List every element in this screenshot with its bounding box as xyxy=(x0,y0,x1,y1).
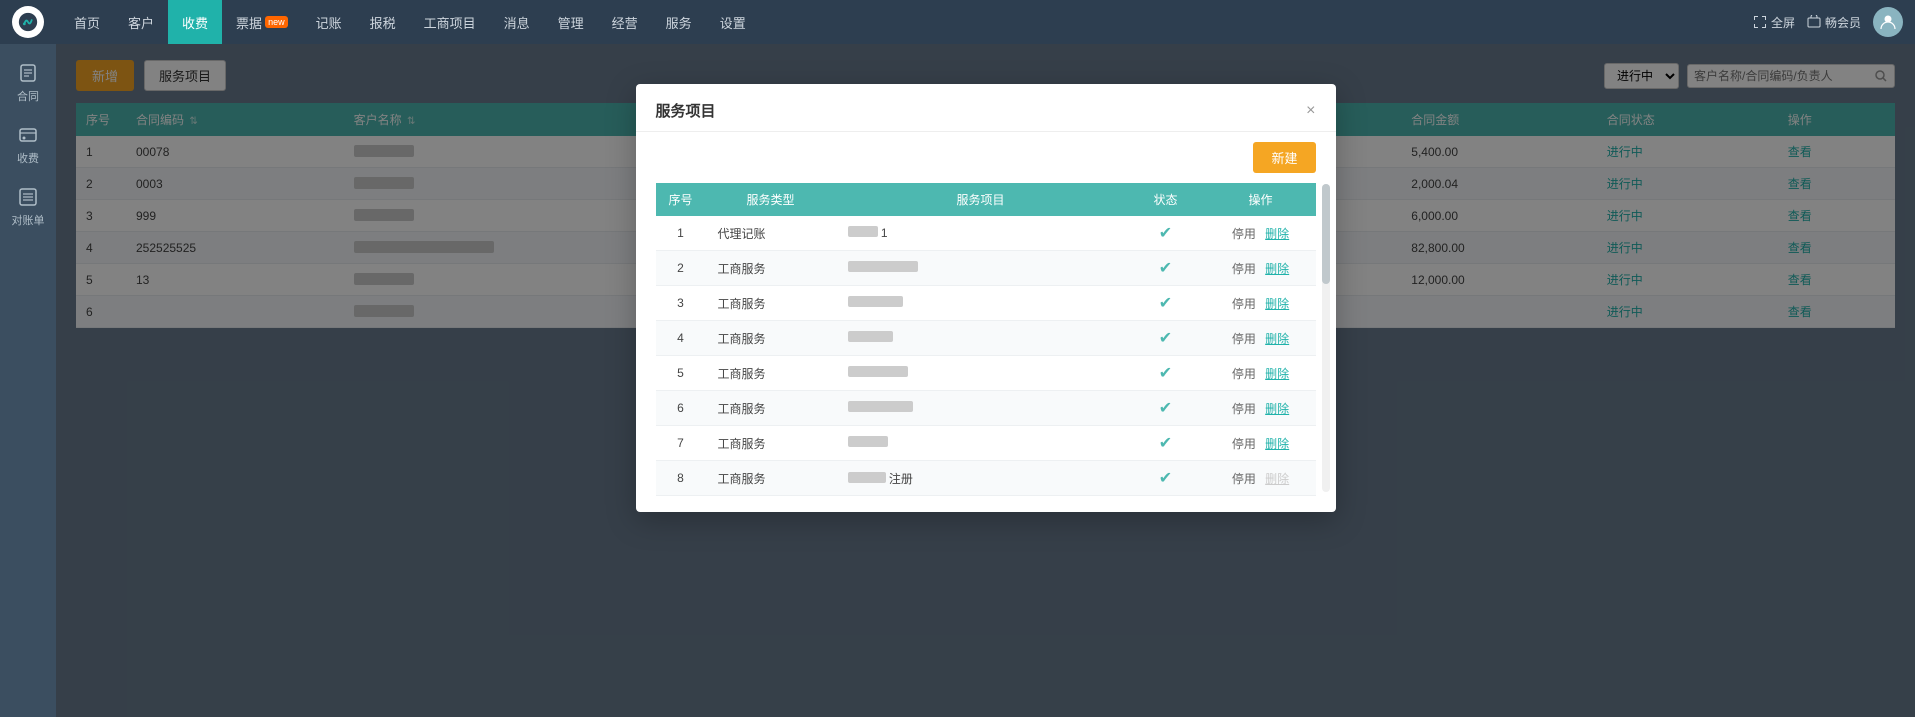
status-check-icon: ✔ xyxy=(1159,260,1172,277)
nav-item-manage[interactable]: 管理 xyxy=(544,0,598,44)
delete-button[interactable]: 删除 xyxy=(1265,297,1289,311)
modal-th-action: 操作 xyxy=(1206,183,1316,216)
stop-button[interactable]: 停用 xyxy=(1232,437,1256,451)
top-nav: 首页 客户 收费 票据 new 记账 报税 工商项目 消息 管理 经营 xyxy=(0,0,1915,44)
stop-button[interactable]: 停用 xyxy=(1232,262,1256,276)
delete-button[interactable]: 删除 xyxy=(1265,262,1289,276)
nav-item-ledger[interactable]: 记账 xyxy=(302,0,356,44)
logo xyxy=(12,6,44,38)
modal-close-button[interactable]: × xyxy=(1306,103,1315,119)
modal-th-item: 服务项目 xyxy=(836,183,1126,216)
modal-overlay: 服务项目 × 新建 序号 服务类型 服务项目 状态 xyxy=(56,44,1915,717)
modal-th-seq: 序号 xyxy=(656,183,706,216)
nav-right: 全屏 畅会员 xyxy=(1753,7,1903,37)
status-check-icon: ✔ xyxy=(1159,365,1172,382)
modal-table-row: 2 工商服务 ✔ 停用 删除 xyxy=(656,251,1316,286)
status-check-icon: ✔ xyxy=(1159,330,1172,347)
delete-button[interactable]: 删除 xyxy=(1265,367,1289,381)
modal-table-row: 1 代理记账 1 ✔ 停用 删除 xyxy=(656,216,1316,251)
billing-icon xyxy=(17,124,39,146)
nav-item-message[interactable]: 消息 xyxy=(490,0,544,44)
modal-toolbar: 新建 xyxy=(636,132,1336,183)
modal-scrollbar-thumb xyxy=(1322,184,1330,284)
nav-items: 首页 客户 收费 票据 new 记账 报税 工商项目 消息 管理 经营 xyxy=(60,0,1753,44)
modal-new-button[interactable]: 新建 xyxy=(1253,142,1315,173)
nav-item-business[interactable]: 工商项目 xyxy=(410,0,490,44)
sidebar-item-billing[interactable]: 收费 xyxy=(0,114,56,176)
nav-item-operation[interactable]: 经营 xyxy=(598,0,652,44)
modal-title: 服务项目 xyxy=(656,100,716,121)
nav-item-tax[interactable]: 报税 xyxy=(356,0,410,44)
nav-item-service[interactable]: 服务 xyxy=(652,0,706,44)
delete-button[interactable]: 删除 xyxy=(1265,402,1289,416)
modal-table-row: 8 工商服务 注册 ✔ 停用 删除 xyxy=(656,461,1316,496)
status-check-icon: ✔ xyxy=(1159,225,1172,242)
status-check-icon: ✔ xyxy=(1159,470,1172,487)
modal-table-row: 6 工商服务 ✔ 停用 删除 xyxy=(656,391,1316,426)
modal-service-table: 序号 服务类型 服务项目 状态 操作 1 代理记账 1 xyxy=(656,183,1316,496)
modal-th-status: 状态 xyxy=(1126,183,1206,216)
modal-service-items: 服务项目 × 新建 序号 服务类型 服务项目 状态 xyxy=(636,84,1336,512)
stop-button[interactable]: 停用 xyxy=(1232,332,1256,346)
modal-body: 序号 服务类型 服务项目 状态 操作 1 代理记账 1 xyxy=(636,183,1336,512)
delete-button[interactable]: 删除 xyxy=(1265,472,1289,486)
modal-th-type: 服务类型 xyxy=(706,183,836,216)
statement-icon xyxy=(17,186,39,208)
delete-button[interactable]: 删除 xyxy=(1265,437,1289,451)
delete-button[interactable]: 删除 xyxy=(1265,332,1289,346)
modal-table-row: 3 工商服务 ✔ 停用 删除 xyxy=(656,286,1316,321)
stop-button[interactable]: 停用 xyxy=(1232,472,1256,486)
main-layout: 合同 收费 对账单 xyxy=(0,44,1915,717)
modal-table-row: 4 工商服务 ✔ 停用 删除 xyxy=(656,321,1316,356)
status-check-icon: ✔ xyxy=(1159,435,1172,452)
new-badge: new xyxy=(265,16,288,29)
modal-table-row: 5 工商服务 ✔ 停用 删除 xyxy=(656,356,1316,391)
content-area: 新增 服务项目 进行中 已完成 已终止 全部 xyxy=(56,44,1915,717)
nav-item-billing[interactable]: 收费 xyxy=(168,0,222,44)
fullscreen-button[interactable]: 全屏 xyxy=(1753,14,1795,31)
delete-button[interactable]: 删除 xyxy=(1265,227,1289,241)
modal-header: 服务项目 × xyxy=(636,84,1336,132)
member-button[interactable]: 畅会员 xyxy=(1807,14,1861,31)
status-check-icon: ✔ xyxy=(1159,400,1172,417)
sidebar-item-statement[interactable]: 对账单 xyxy=(0,176,56,238)
sidebar: 合同 收费 对账单 xyxy=(0,44,56,717)
stop-button[interactable]: 停用 xyxy=(1232,227,1256,241)
modal-table-row: 7 工商服务 ✔ 停用 删除 xyxy=(656,426,1316,461)
contract-icon xyxy=(17,62,39,84)
nav-item-invoice[interactable]: 票据 new xyxy=(222,0,302,44)
stop-button[interactable]: 停用 xyxy=(1232,367,1256,381)
status-check-icon: ✔ xyxy=(1159,295,1172,312)
modal-scrollbar[interactable] xyxy=(1322,184,1330,492)
nav-item-home[interactable]: 首页 xyxy=(60,0,114,44)
sidebar-item-contract[interactable]: 合同 xyxy=(0,52,56,114)
avatar[interactable] xyxy=(1873,7,1903,37)
nav-item-settings[interactable]: 设置 xyxy=(706,0,760,44)
stop-button[interactable]: 停用 xyxy=(1232,297,1256,311)
nav-item-client[interactable]: 客户 xyxy=(114,0,168,44)
stop-button[interactable]: 停用 xyxy=(1232,402,1256,416)
